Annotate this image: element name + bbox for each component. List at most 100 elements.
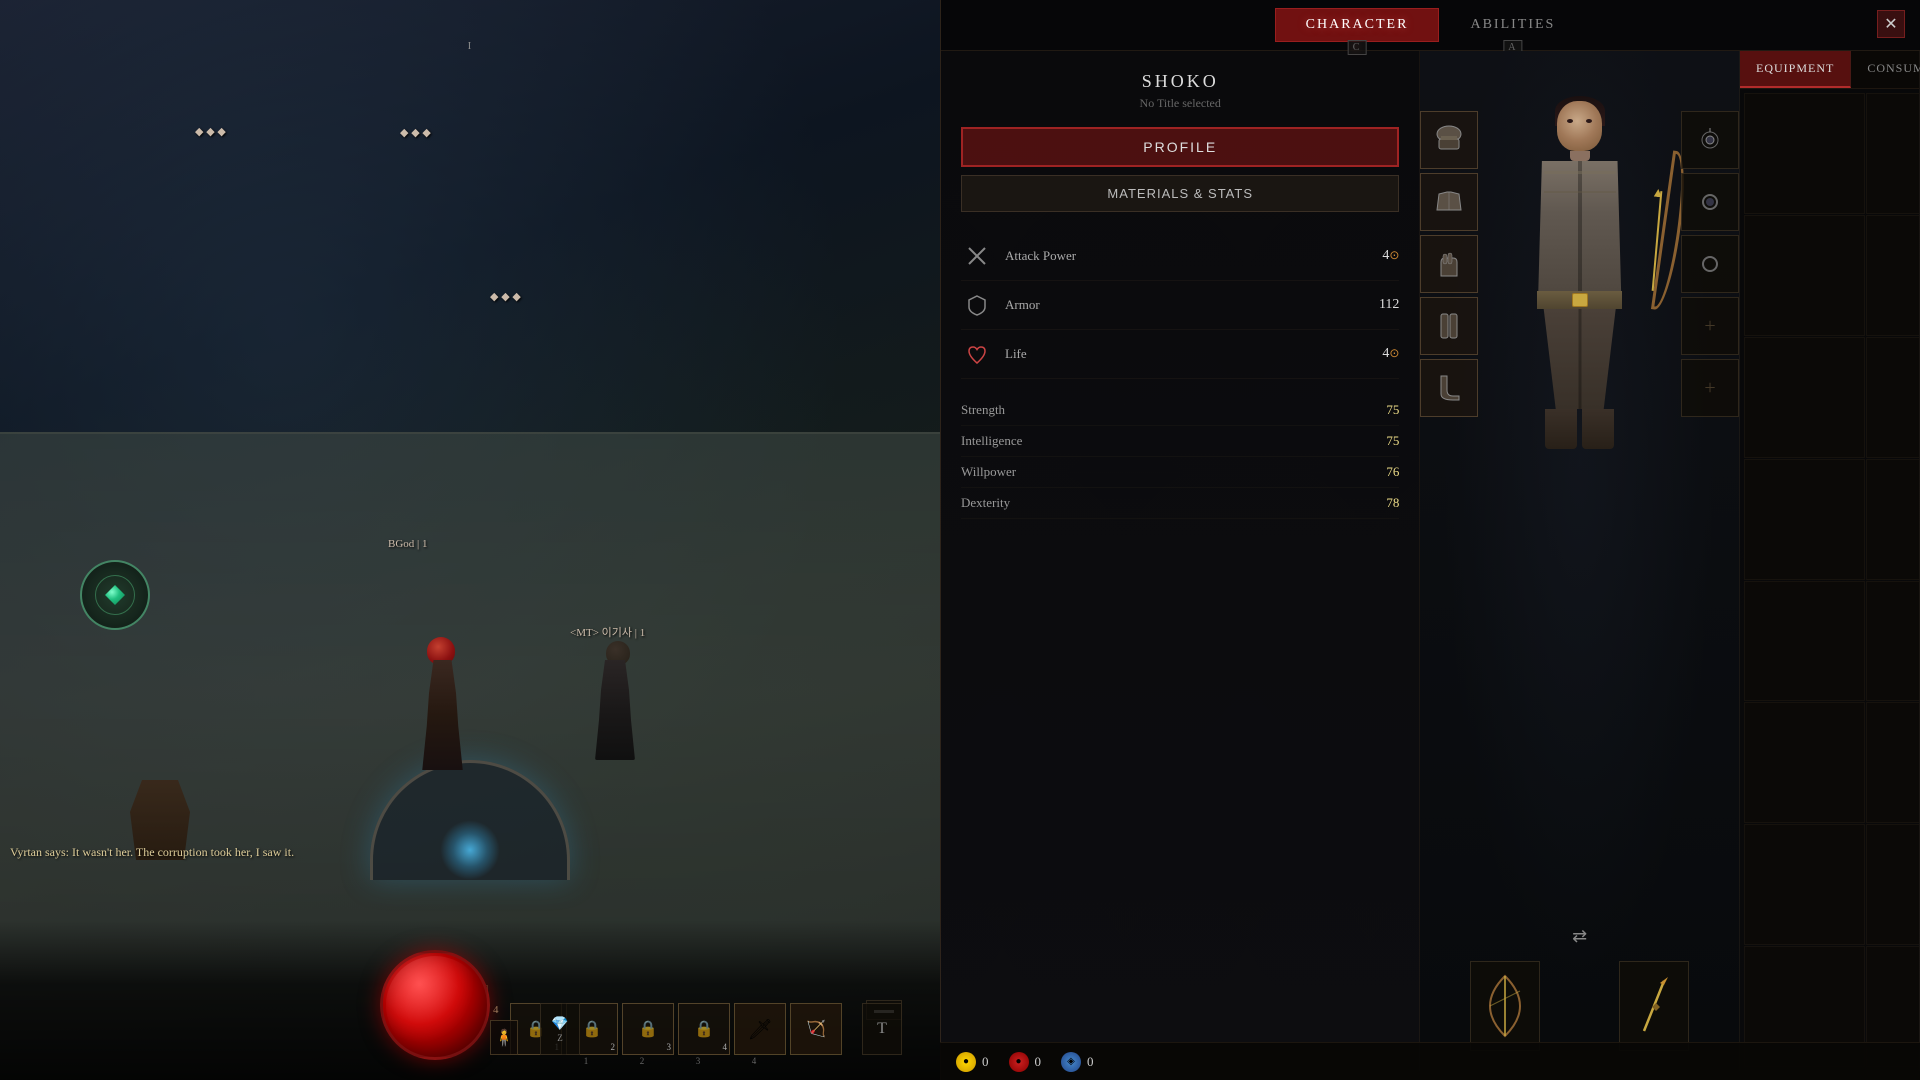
character-portrait <box>1490 101 1670 461</box>
willpower-label: Willpower <box>961 464 1016 480</box>
right-skill-btn[interactable]: T <box>862 1003 902 1055</box>
inv-cell-10[interactable] <box>1744 337 1865 458</box>
ring2-slot[interactable] <box>1681 235 1739 293</box>
off-hand-slot[interactable] <box>1619 961 1689 1051</box>
skill-slot-3[interactable]: 🔒 3 <box>622 1003 674 1055</box>
inv-cell-11[interactable] <box>1866 337 1919 458</box>
attack-power-icon <box>961 240 993 272</box>
compass-inner <box>95 575 135 615</box>
character-neck <box>1570 151 1590 161</box>
gold-currency: ● 0 <box>956 1052 989 1072</box>
stash-indicator: I <box>468 40 473 52</box>
intelligence-label: Intelligence <box>961 433 1022 449</box>
offhand-slot[interactable]: + <box>1681 297 1739 355</box>
inv-cell-20[interactable] <box>1744 581 1865 702</box>
npc-nametag: <MT> 이기사 | 1 <box>570 624 645 640</box>
ring1-slot[interactable] <box>1681 173 1739 231</box>
hud-bottom: 🧪 4 🔒 1 🔒 2 🔒 3 🔒 4 <box>0 920 940 1080</box>
tab-equipment[interactable]: Equipment <box>1740 51 1851 88</box>
bg-dots: ◆ ◆ ◆ <box>195 125 226 138</box>
gold-icon: ● <box>956 1052 976 1072</box>
willpower-row: Willpower 76 <box>961 457 1399 488</box>
health-orb <box>380 950 490 1060</box>
intelligence-row: Intelligence 75 <box>961 426 1399 457</box>
chest-slot[interactable] <box>1420 173 1478 231</box>
gold-value: 0 <box>982 1054 989 1070</box>
tab-abilities[interactable]: ABILITIES A <box>1439 8 1586 42</box>
inv-cell-1[interactable] <box>1866 93 1919 214</box>
key-shortcuts: 1 2 3 4 <box>560 1056 780 1072</box>
inv-cell-30[interactable] <box>1744 824 1865 945</box>
skill-slot-4[interactable]: 🔒 4 <box>678 1003 730 1055</box>
character-title: No Title selected <box>961 96 1399 111</box>
blood-currency: ● 0 <box>1009 1052 1042 1072</box>
inv-cell-16[interactable] <box>1866 459 1919 580</box>
dexterity-value: 78 <box>1386 495 1399 511</box>
spirit-slot[interactable]: 💎 Z <box>540 1003 580 1055</box>
potion-count: 4 <box>493 1004 499 1016</box>
character-key-badge: C <box>1348 40 1367 55</box>
tab-character[interactable]: CHARACTER C <box>1275 8 1440 42</box>
profile-button[interactable]: Profile <box>961 127 1399 167</box>
attack-power-row: Attack Power 4⊙ <box>961 232 1399 281</box>
compass-gem <box>105 585 125 605</box>
weapon-area: ⇄ <box>1420 961 1739 1051</box>
top-tabs: CHARACTER C ABILITIES A <box>941 0 1920 51</box>
close-button[interactable]: ✕ <box>1877 10 1905 38</box>
inv-cell-25[interactable] <box>1744 702 1865 823</box>
weapon-swap-icon[interactable]: ⇄ <box>1572 926 1587 947</box>
inventory-grid <box>1740 89 1919 1071</box>
character-model: + + ⇄ <box>1420 51 1740 1071</box>
blood-icon: ● <box>1009 1052 1029 1072</box>
inv-cell-0[interactable] <box>1744 93 1865 214</box>
legs-slot[interactable] <box>1420 297 1478 355</box>
strength-row: Strength 75 <box>961 395 1399 426</box>
currency-bar: ● 0 ● 0 ◈ 0 <box>940 1042 1920 1080</box>
extra-slot[interactable]: + <box>1681 359 1739 417</box>
skill-slot-6[interactable]: 🏹 <box>790 1003 842 1055</box>
equip-slots-left <box>1420 111 1478 417</box>
craft-currency: ◈ 0 <box>1061 1052 1094 1072</box>
character-panel: SHOKO No Title selected Profile Material… <box>941 51 1920 1071</box>
skill-slot-5[interactable]: 🗡 <box>734 1003 786 1055</box>
inv-cell-21[interactable] <box>1866 581 1919 702</box>
tab-consumables[interactable]: Consumables <box>1851 51 1920 88</box>
character-name: SHOKO <box>961 71 1399 92</box>
character-legs <box>1540 309 1620 409</box>
armor-value: 112 <box>1379 297 1399 313</box>
attack-power-label: Attack Power <box>1005 248 1382 264</box>
attributes-section: Strength 75 Intelligence 75 Willpower 76… <box>961 395 1399 519</box>
strength-label: Strength <box>961 402 1005 418</box>
inv-cell-15[interactable] <box>1744 459 1865 580</box>
compass <box>80 560 150 630</box>
game-background: BGod | 1 ◆ ◆ ◆ <MT> 이기사 | 1 ◆ ◆ ◆ ◆ ◆ ◆ … <box>0 0 940 1080</box>
player-dots: ◆ ◆ ◆ <box>400 126 431 540</box>
intelligence-value: 75 <box>1386 433 1399 449</box>
boots-slot[interactable] <box>1420 359 1478 417</box>
gloves-slot[interactable] <box>1420 235 1478 293</box>
amulet-slot[interactable] <box>1681 111 1739 169</box>
inventory-tabs: Equipment Consumables Quest Aspects ⇅ <box>1740 51 1919 89</box>
blood-value: 0 <box>1035 1054 1042 1070</box>
character-stats: SHOKO No Title selected Profile Material… <box>941 51 1420 1071</box>
materials-stats-button[interactable]: Materials & Stats <box>961 175 1399 212</box>
equip-slots-right: + + <box>1681 111 1739 417</box>
inv-cell-31[interactable] <box>1866 824 1919 945</box>
life-row: Life 4⊙ <box>961 330 1399 379</box>
inv-cell-6[interactable] <box>1866 215 1919 336</box>
dexterity-row: Dexterity 78 <box>961 488 1399 519</box>
inv-cell-5[interactable] <box>1744 215 1865 336</box>
character-face <box>1557 101 1602 151</box>
inv-cell-26[interactable] <box>1866 702 1919 823</box>
character-boots <box>1540 409 1620 449</box>
character-btn[interactable]: 🧍 <box>490 1020 518 1055</box>
arch-glow <box>440 820 500 880</box>
craft-value: 0 <box>1087 1054 1094 1070</box>
char-buttons: 🧍 <box>490 1020 518 1055</box>
character-belt <box>1537 291 1622 309</box>
inventory-section: Equipment Consumables Quest Aspects ⇅ <box>1740 51 1920 1071</box>
armor-row: Armor 112 <box>961 281 1399 330</box>
helmet-slot[interactable] <box>1420 111 1478 169</box>
main-hand-slot[interactable] <box>1470 961 1540 1051</box>
attack-power-value: 4⊙ <box>1382 248 1399 264</box>
